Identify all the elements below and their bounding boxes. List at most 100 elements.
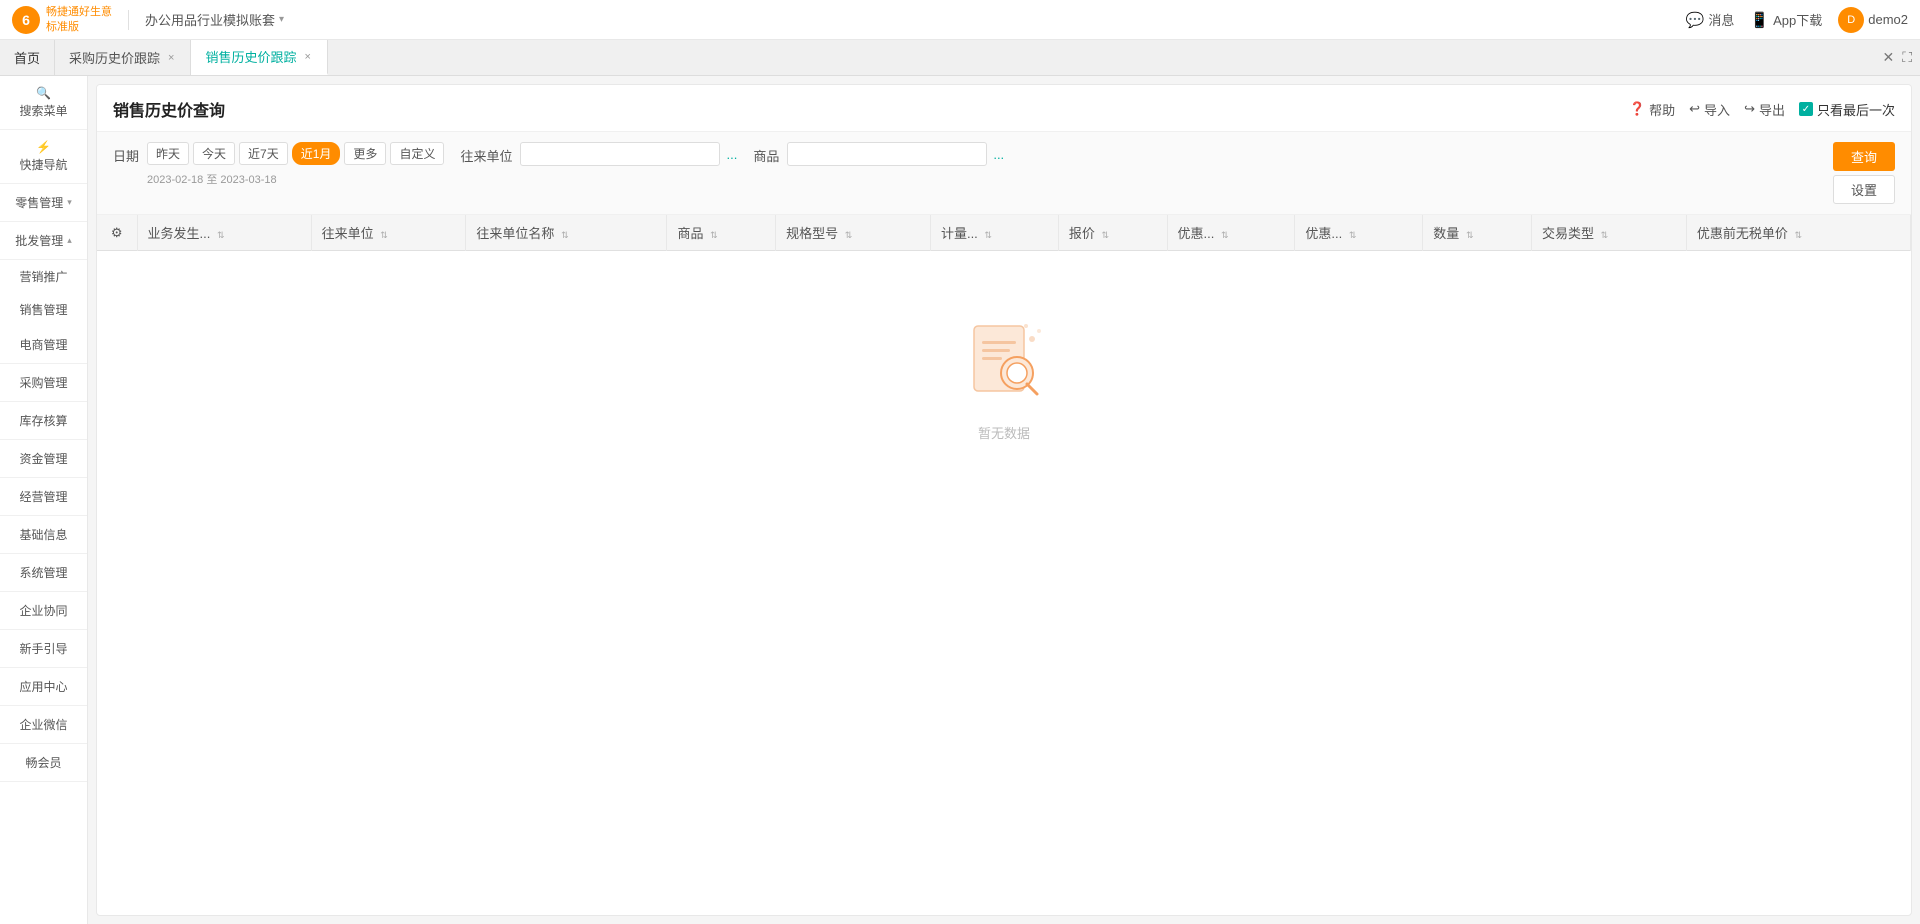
page-header-actions: ❓ 帮助 ↩ 导入 ↪ 导出 ✓ 只看最后一次 (1629, 100, 1895, 119)
col-partner-code[interactable]: 往来单位 ⇅ (311, 215, 466, 251)
date-filter-label: 日期 (113, 142, 139, 165)
chevron-down-icon: ▾ (67, 197, 72, 208)
download-action[interactable]: 📱 App下载 (1750, 10, 1822, 29)
partner-filter-group: 往来单位 ... (460, 142, 737, 166)
date-btn-yesterday[interactable]: 昨天 (147, 142, 189, 165)
sort-icon-discount1: ⇅ (1221, 230, 1229, 240)
app-logo-text: 畅捷通好生意 标准版 (46, 5, 112, 34)
sort-icon-product: ⇅ (710, 230, 718, 240)
col-discount2[interactable]: 优惠... ⇅ (1295, 215, 1423, 251)
col-product[interactable]: 商品 ⇅ (667, 215, 776, 251)
sidebar-item-purchase-mgmt[interactable]: 采购管理 (0, 364, 87, 402)
import-action[interactable]: ↩ 导入 (1689, 100, 1730, 119)
date-range-text: 2023-02-18 至 2023-03-18 (147, 171, 444, 187)
sidebar-item-inventory[interactable]: 库存核算 (0, 402, 87, 440)
col-trade-type[interactable]: 交易类型 ⇅ (1531, 215, 1686, 251)
col-spec[interactable]: 规格型号 ⇅ (776, 215, 931, 251)
date-btn-custom[interactable]: 自定义 (390, 142, 444, 165)
app-logo-icon: 6 (12, 6, 40, 34)
sort-icon-pretax-price: ⇅ (1794, 230, 1802, 240)
partner-input-group: ... (520, 142, 737, 166)
tab-bar: 首页 采购历史价跟踪 × 销售历史价跟踪 × ✕ ⛶ (0, 40, 1920, 76)
col-quote[interactable]: 报价 ⇅ (1058, 215, 1167, 251)
date-options-row: 昨天 今天 近7天 近1月 更多 自定义 (147, 142, 444, 165)
sidebar-item-wholesale-mgmt[interactable]: 批发管理 ▴ (0, 222, 87, 260)
tab-purchase-history[interactable]: 采购历史价跟踪 × (55, 40, 191, 75)
partner-dots-btn[interactable]: ... (726, 147, 737, 162)
sort-icon-biz-date: ⇅ (217, 230, 225, 240)
product-input[interactable] (787, 142, 987, 166)
query-button[interactable]: 查询 (1833, 142, 1895, 171)
partner-filter-label: 往来单位 (460, 142, 512, 165)
header-divider (128, 10, 129, 30)
sidebar-item-ecom-mgmt[interactable]: 电商管理 (0, 326, 87, 364)
col-settings[interactable]: ⚙ (97, 215, 137, 251)
sort-icon-quote: ⇅ (1101, 230, 1109, 240)
sort-icon-partner-code: ⇅ (380, 230, 388, 240)
col-biz-date[interactable]: 业务发生... ⇅ (137, 215, 311, 251)
sidebar-item-marketing[interactable]: 营销推广 (0, 260, 87, 293)
col-partner-name[interactable]: 往来单位名称 ⇅ (466, 215, 667, 251)
quick-nav-icon: ⚡ (36, 140, 51, 154)
chevron-up-icon: ▴ (67, 235, 72, 246)
tab-home[interactable]: 首页 (0, 40, 55, 75)
sort-icon-unit: ⇅ (984, 230, 992, 240)
sidebar-item-search-menu[interactable]: 🔍 搜索菜单 (0, 76, 87, 130)
only-last-wrapper[interactable]: ✓ 只看最后一次 (1799, 100, 1895, 119)
export-action[interactable]: ↪ 导出 (1744, 100, 1785, 119)
empty-state: 暂无数据 (97, 251, 1911, 502)
close-tab-purchase-history[interactable]: × (166, 50, 176, 66)
sidebar-item-enterprise[interactable]: 企业协同 (0, 592, 87, 630)
col-discount1[interactable]: 优惠... ⇅ (1167, 215, 1295, 251)
tab-actions: ✕ ⛶ (1882, 40, 1920, 75)
maximize-tab-action[interactable]: ⛶ (1902, 49, 1912, 66)
main-layout: 🔍 搜索菜单 ⚡ 快捷导航 零售管理 ▾ 批发管理 ▴ 营销推广 销售管理 电商… (0, 76, 1920, 924)
sidebar-item-basic-info[interactable]: 基础信息 (0, 516, 87, 554)
page: 销售历史价查询 ❓ 帮助 ↩ 导入 ↪ 导出 ✓ (96, 84, 1912, 916)
date-btn-more[interactable]: 更多 (344, 142, 386, 165)
col-unit[interactable]: 计量... ⇅ (930, 215, 1058, 251)
sidebar-item-system[interactable]: 系统管理 (0, 554, 87, 592)
chevron-down-icon: ▾ (279, 14, 284, 25)
only-last-checkbox[interactable]: ✓ (1799, 102, 1813, 116)
sidebar-item-newbie[interactable]: 新手引导 (0, 630, 87, 668)
settings-icon: ⚙ (111, 225, 123, 240)
help-action[interactable]: ❓ 帮助 (1629, 100, 1675, 119)
close-tab-sales-history[interactable]: × (302, 49, 312, 65)
header-left: 6 畅捷通好生意 标准版 办公用品行业模拟账套 ▾ (12, 5, 284, 34)
user-action[interactable]: D demo2 (1838, 7, 1908, 33)
sidebar-item-operations[interactable]: 经营管理 (0, 478, 87, 516)
date-btn-today[interactable]: 今天 (193, 142, 235, 165)
sidebar-item-finance[interactable]: 资金管理 (0, 440, 87, 478)
partner-input[interactable] (520, 142, 720, 166)
date-btn-last1m[interactable]: 近1月 (292, 142, 341, 165)
empty-text: 暂无数据 (978, 423, 1030, 442)
workspace-selector[interactable]: 办公用品行业模拟账套 ▾ (145, 10, 284, 29)
settings-button[interactable]: 设置 (1833, 175, 1895, 204)
import-icon: ↩ (1689, 101, 1700, 117)
tab-sales-history[interactable]: 销售历史价跟踪 × (191, 40, 327, 75)
product-dots-btn[interactable]: ... (993, 147, 1004, 162)
col-quantity[interactable]: 数量 ⇅ (1423, 215, 1532, 251)
product-filter-group: 商品 ... (753, 142, 1004, 166)
sidebar-item-membership[interactable]: 畅会员 (0, 744, 87, 782)
table-header: ⚙ 业务发生... ⇅ 往来单位 ⇅ 往来单位名称 (97, 215, 1911, 251)
search-menu-icon: 🔍 (36, 86, 51, 100)
sidebar-item-sales-mgmt[interactable]: 销售管理 (0, 293, 87, 326)
col-pretax-price[interactable]: 优惠前无税单价 ⇅ (1686, 215, 1910, 251)
header-right: 💬 消息 📱 App下载 D demo2 (1686, 7, 1908, 33)
table-container: ⚙ 业务发生... ⇅ 往来单位 ⇅ 往来单位名称 (97, 215, 1911, 915)
top-header: 6 畅捷通好生意 标准版 办公用品行业模拟账套 ▾ 💬 消息 📱 App下载 D… (0, 0, 1920, 40)
close-tab-action[interactable]: ✕ (1882, 49, 1894, 66)
content-area: 销售历史价查询 ❓ 帮助 ↩ 导入 ↪ 导出 ✓ (88, 76, 1920, 924)
sidebar-item-quick-nav[interactable]: ⚡ 快捷导航 (0, 130, 87, 184)
filter-area: 日期 昨天 今天 近7天 近1月 更多 自定义 2023-02-18 至 202… (97, 132, 1911, 215)
message-action[interactable]: 💬 消息 (1686, 10, 1735, 29)
sidebar-item-wechat[interactable]: 企业微信 (0, 706, 87, 744)
sort-icon-spec: ⇅ (845, 230, 853, 240)
message-icon: 💬 (1686, 11, 1705, 29)
date-btn-last7[interactable]: 近7天 (239, 142, 288, 165)
sidebar-item-app-center[interactable]: 应用中心 (0, 668, 87, 706)
help-icon: ❓ (1629, 101, 1645, 117)
sidebar-item-retail-mgmt[interactable]: 零售管理 ▾ (0, 184, 87, 222)
